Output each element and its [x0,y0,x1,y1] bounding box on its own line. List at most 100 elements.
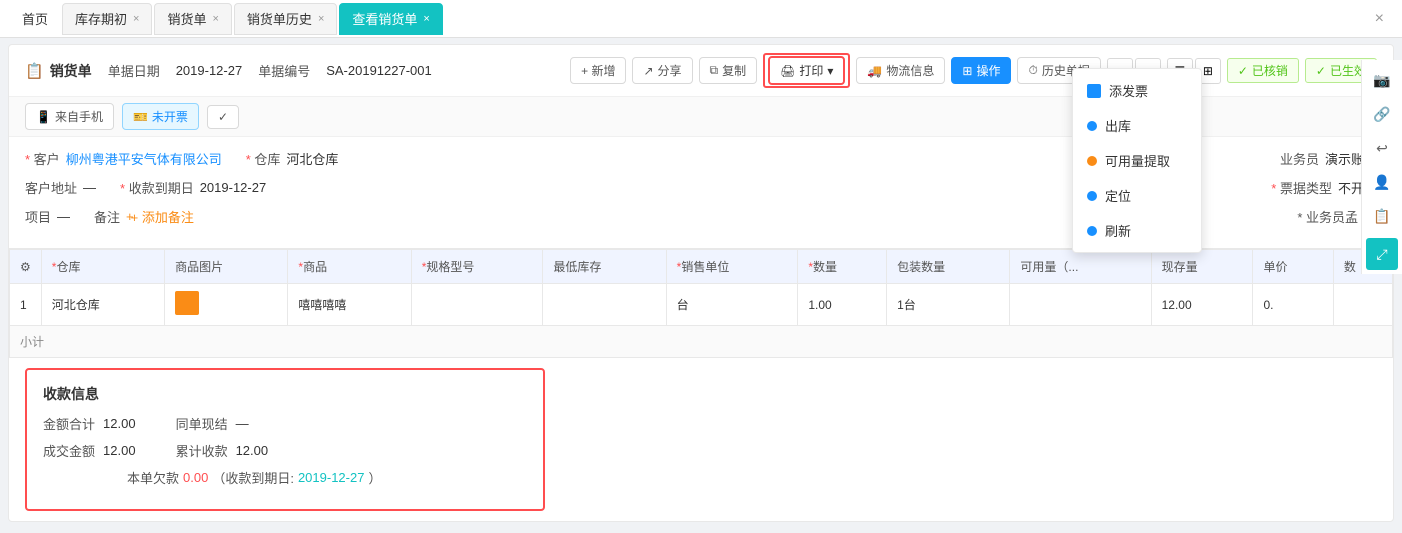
new-button[interactable]: + 新增 [570,57,626,84]
address-field: 客户地址 — [25,178,96,197]
customer-value[interactable]: 柳州粤港平安气体有限公司 [66,149,222,168]
refresh-icon [1087,226,1097,236]
customer-label: 客户 [25,149,60,168]
copy-button[interactable]: ⧉ 复制 [699,57,758,84]
tab-sales[interactable]: 销货单 × [154,3,231,35]
sidebar-link-icon[interactable]: 🔗 [1366,98,1398,130]
not-opened-button[interactable]: 🎫 未开票 [122,103,199,130]
col-gear[interactable]: ⚙ [10,250,42,284]
doc-title: 📋 销货单 [25,61,92,81]
print-dropdown-arrow: ▾ [827,64,833,78]
project-value: — [57,209,70,224]
sidebar-user-icon[interactable]: 👤 [1366,166,1398,198]
sidebar-doc-icon[interactable]: 📋 [1366,200,1398,232]
status-badge-cancelled[interactable]: ✓ 已核销 [1227,58,1299,83]
close-tab-sales[interactable]: × [212,13,218,25]
print-icon: 🖨 [780,64,795,78]
payment-row-3: 本单欠款 0.00 （收款到期日: 2019-12-27 ） [43,468,527,487]
tab-sales-history[interactable]: 销货单历史 × [234,3,337,35]
cell-warehouse: 河北仓库 [41,284,164,326]
owed-label: 本单欠款 [127,468,179,487]
cell-amount [1333,284,1392,326]
dropdown-available-qty[interactable]: 可用量提取 [1073,143,1201,178]
tab-home[interactable]: 首页 [10,3,60,34]
col-unit-price: 单价 [1253,250,1333,284]
address-value: — [83,180,96,195]
outbound-icon [1087,121,1097,131]
cumulative-label: 累计收款 [176,441,228,460]
print-highlight: 🖨 打印 ▾ [763,53,850,88]
history-icon: ⏱ [1028,63,1037,78]
from-phone-button[interactable]: 📱 来自手机 [25,103,114,130]
window-close[interactable]: × [1367,6,1392,31]
salesperson-label: 业务员 [1280,149,1319,168]
payment-section: 收款信息 金额合计 12.00 同单现结 — 成交金额 12.00 累计收款 [25,368,545,511]
sidebar-camera-icon[interactable]: 📷 [1366,64,1398,96]
col-spec: *规格型号 [411,250,543,284]
available-qty-icon [1087,156,1097,166]
product-image [175,291,199,315]
tab-bar: 首页 库存期初 × 销货单 × 销货单历史 × 查看销货单 × × [0,0,1402,38]
add-note-button[interactable]: + + 添加备注 [126,207,194,226]
cell-product: 嘻嘻嘻嘻 [288,284,411,326]
doc-actions: + 新增 ↗ 分享 ⧉ 复制 🖨 打印 ▾ 🚚 [570,53,1377,88]
dropdown-outbound[interactable]: 出库 [1073,108,1201,143]
warehouse-label: 仓库 [246,149,281,168]
dropdown-add-invoice[interactable]: 添发票 [1073,73,1201,108]
col-current-stock: 现存量 [1151,250,1253,284]
logistics-button[interactable]: 🚚 物流信息 [856,57,945,84]
copy-icon: ⧉ [710,63,719,78]
table-wrapper: ⚙ *仓库 商品图片 *商品 *规格型号 最低库存 *销售单位 *数量 包装数量… [9,248,1393,358]
dropdown-locate[interactable]: 定位 [1073,178,1201,213]
logistics-icon: 🚚 [867,64,882,78]
right-sidebar: 📷 🔗 ↩ 👤 📋 ⤢ [1361,60,1402,274]
sidebar-expand-icon[interactable]: ⤢ [1366,238,1398,270]
tab-view-sales[interactable]: 查看销货单 × [339,3,442,35]
dropdown-refresh[interactable]: 刷新 [1073,213,1201,248]
cell-pkg-qty: 1台 [887,284,1010,326]
close-tab-inventory[interactable]: × [133,13,139,25]
close-tab-view-sales[interactable]: × [423,13,429,25]
warehouse-value: 河北仓库 [286,149,338,168]
salesperson2-label: * 业务员孟 [1297,207,1358,226]
cell-spec [411,284,543,326]
cell-available [1010,284,1151,326]
same-order-item: 同单现结 — [176,414,249,433]
cell-no: 1 [10,284,42,326]
ticket-type-label: 票据类型 [1271,178,1332,197]
share-icon: ↗ [643,64,653,78]
confirm-icon: ✓ [218,110,228,124]
payment-title: 收款信息 [43,384,527,404]
cell-current-stock: 12.00 [1151,284,1253,326]
dropdown-menu: 添发票 出库 可用量提取 定位 刷新 [1072,68,1202,253]
phone-icon: 📱 [36,110,51,124]
warehouse-field: 仓库 河北仓库 [246,149,339,168]
ticket-icon: 🎫 [133,110,148,124]
payment-date-label: 收款到期日 [120,178,194,197]
payment-date-value: 2019-12-27 [200,180,267,195]
due-date-label: （收款到期日: [212,468,294,487]
same-order-label: 同单现结 [176,414,228,433]
same-order-value: — [236,416,249,431]
col-pkg-qty: 包装数量 [887,250,1010,284]
operations-button[interactable]: ⊞ 操作 [951,57,1011,84]
operations-icon: ⊞ [962,64,972,78]
share-button[interactable]: ↗ 分享 [632,57,692,84]
print-button[interactable]: 🖨 打印 ▾ [768,56,845,85]
col-img: 商品图片 [165,250,288,284]
payment-row-2: 成交金额 12.00 累计收款 12.00 [43,441,527,460]
confirm-button[interactable]: ✓ [207,105,239,129]
close-tab-sales-history[interactable]: × [318,13,324,25]
cell-qty: 1.00 [798,284,887,326]
tab-inventory[interactable]: 库存期初 × [62,3,152,35]
project-label: 项目 [25,207,51,226]
note-label: 备注 [94,207,120,226]
due-date-value: 2019-12-27 [298,470,365,485]
payment-row-1: 金额合计 12.00 同单现结 — [43,414,527,433]
table-header-row: ⚙ *仓库 商品图片 *商品 *规格型号 最低库存 *销售单位 *数量 包装数量… [10,250,1393,284]
total-item: 金额合计 12.00 [43,414,136,433]
col-unit: *销售单位 [666,250,798,284]
sidebar-back-icon[interactable]: ↩ [1366,132,1398,164]
cumulative-value: 12.00 [236,443,269,458]
col-qty: *数量 [798,250,887,284]
